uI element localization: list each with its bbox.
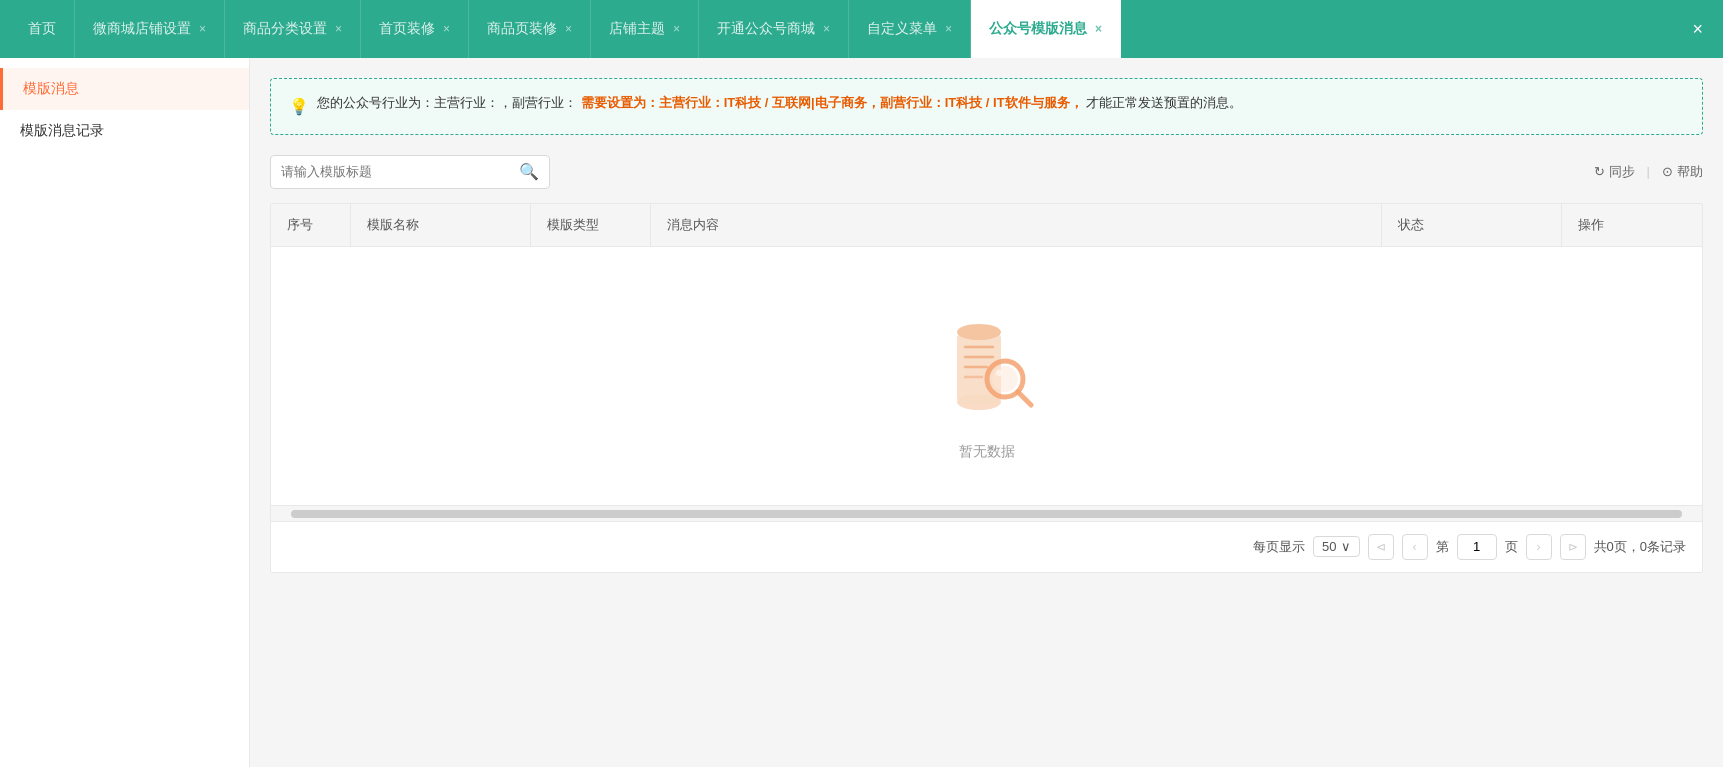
svg-point-10 — [996, 370, 1002, 376]
tab-wshop-close[interactable]: × — [199, 22, 206, 36]
sync-label: 同步 — [1609, 163, 1635, 181]
tab-bar: 首页 微商城店铺设置 × 商品分类设置 × 首页装修 × 商品页装修 × 店铺主… — [0, 0, 1723, 58]
sidebar-item-template-msg[interactable]: 模版消息 — [0, 68, 249, 110]
layout: 模版消息 模版消息记录 💡 您的公众号行业为：主营行业：，副营行业： 需要设置为… — [0, 58, 1723, 767]
search-actions: ↻ 同步 | ⊙ 帮助 — [1594, 163, 1703, 181]
empty-text: 暂无数据 — [959, 443, 1015, 461]
total-info: 共0页，0条记录 — [1594, 538, 1686, 556]
svg-point-2 — [957, 324, 1001, 340]
tab-wechatshop[interactable]: 开通公众号商城 × — [699, 0, 849, 58]
sidebar: 模版消息 模版消息记录 — [0, 58, 250, 767]
help-button[interactable]: ⊙ 帮助 — [1662, 163, 1703, 181]
table-header: 序号 模版名称 模版类型 消息内容 状态 操作 — [271, 204, 1702, 247]
svg-line-9 — [1018, 392, 1031, 405]
notice-text-suffix: 才能正常发送预置的消息。 — [1086, 95, 1242, 110]
close-all-button[interactable]: × — [1682, 19, 1713, 40]
chevron-down-icon: ∨ — [1341, 539, 1351, 554]
sidebar-item-template-msg-record[interactable]: 模版消息记录 — [0, 110, 249, 152]
help-label: 帮助 — [1677, 163, 1703, 181]
tab-theme-label: 店铺主题 — [609, 20, 665, 38]
divider: | — [1647, 164, 1650, 179]
tab-wshop[interactable]: 微商城店铺设置 × — [75, 0, 225, 58]
tab-category[interactable]: 商品分类设置 × — [225, 0, 361, 58]
sidebar-item-template-msg-label: 模版消息 — [23, 80, 79, 96]
th-name: 模版名称 — [351, 204, 531, 246]
tab-templatemsg[interactable]: 公众号模版消息 × — [971, 0, 1121, 58]
tab-wshop-label: 微商城店铺设置 — [93, 20, 191, 38]
tab-productpage-close[interactable]: × — [565, 22, 572, 36]
page-unit: 页 — [1505, 538, 1518, 556]
page-size-label: 每页显示 — [1253, 538, 1305, 556]
tab-homepage-label: 首页装修 — [379, 20, 435, 38]
scrollbar-thumb[interactable] — [291, 510, 1682, 518]
tab-home-label: 首页 — [28, 20, 56, 38]
first-page-button[interactable]: ⊲ — [1368, 534, 1394, 560]
sidebar-item-template-msg-record-label: 模版消息记录 — [20, 122, 104, 138]
th-index: 序号 — [271, 204, 351, 246]
notice-text: 您的公众号行业为：主营行业：，副营行业： 需要设置为：主营行业：IT科技 / 互… — [317, 93, 1242, 114]
notice-box: 💡 您的公众号行业为：主营行业：，副营行业： 需要设置为：主营行业：IT科技 /… — [270, 78, 1703, 135]
th-action: 操作 — [1562, 204, 1702, 246]
tab-productpage[interactable]: 商品页装修 × — [469, 0, 591, 58]
th-type: 模版类型 — [531, 204, 651, 246]
sync-icon: ↻ — [1594, 164, 1605, 179]
notice-highlight: 需要设置为：主营行业：IT科技 / 互联网|电子商务，副营行业：IT科技 / I… — [581, 95, 1083, 110]
tab-homepage-close[interactable]: × — [443, 22, 450, 36]
tab-custommenu-close[interactable]: × — [945, 22, 952, 36]
sync-button[interactable]: ↻ 同步 — [1594, 163, 1635, 181]
main-content: 💡 您的公众号行业为：主营行业：，副营行业： 需要设置为：主营行业：IT科技 /… — [250, 58, 1723, 767]
page-size-value: 50 — [1322, 539, 1336, 554]
tab-theme[interactable]: 店铺主题 × — [591, 0, 699, 58]
notice-icon: 💡 — [289, 94, 309, 120]
table-wrap: 序号 模版名称 模版类型 消息内容 状态 操作 — [270, 203, 1703, 573]
notice-text-prefix: 您的公众号行业为：主营行业：，副营行业： — [317, 95, 577, 110]
help-icon: ⊙ — [1662, 164, 1673, 179]
tab-templatemsg-close[interactable]: × — [1095, 22, 1102, 36]
tab-category-close[interactable]: × — [335, 22, 342, 36]
scrollbar-area[interactable] — [271, 505, 1702, 521]
page-prefix: 第 — [1436, 538, 1449, 556]
next-page-button[interactable]: › — [1526, 534, 1552, 560]
tab-productpage-label: 商品页装修 — [487, 20, 557, 38]
th-status: 状态 — [1382, 204, 1562, 246]
pagination: 每页显示 50 ∨ ⊲ ‹ 第 页 › ⊳ 共0页，0条记录 — [271, 521, 1702, 572]
tab-theme-close[interactable]: × — [673, 22, 680, 36]
search-input[interactable] — [281, 164, 519, 179]
page-size-selector[interactable]: 50 ∨ — [1313, 536, 1359, 557]
last-page-button[interactable]: ⊳ — [1560, 534, 1586, 560]
tab-custommenu-label: 自定义菜单 — [867, 20, 937, 38]
tab-homepage[interactable]: 首页装修 × — [361, 0, 469, 58]
search-bar: 🔍 ↻ 同步 | ⊙ 帮助 — [270, 155, 1703, 189]
search-input-wrap[interactable]: 🔍 — [270, 155, 550, 189]
th-content: 消息内容 — [651, 204, 1382, 246]
tab-category-label: 商品分类设置 — [243, 20, 327, 38]
current-page-input[interactable] — [1457, 534, 1497, 560]
prev-page-button[interactable]: ‹ — [1402, 534, 1428, 560]
search-icon[interactable]: 🔍 — [519, 162, 539, 181]
tab-home[interactable]: 首页 — [10, 0, 75, 58]
tab-custommenu[interactable]: 自定义菜单 × — [849, 0, 971, 58]
tab-wechatshop-close[interactable]: × — [823, 22, 830, 36]
tab-wechatshop-label: 开通公众号商城 — [717, 20, 815, 38]
empty-state: 暂无数据 — [271, 247, 1702, 501]
tab-templatemsg-label: 公众号模版消息 — [989, 20, 1087, 38]
svg-point-8 — [992, 366, 1018, 392]
empty-illustration — [927, 307, 1047, 427]
